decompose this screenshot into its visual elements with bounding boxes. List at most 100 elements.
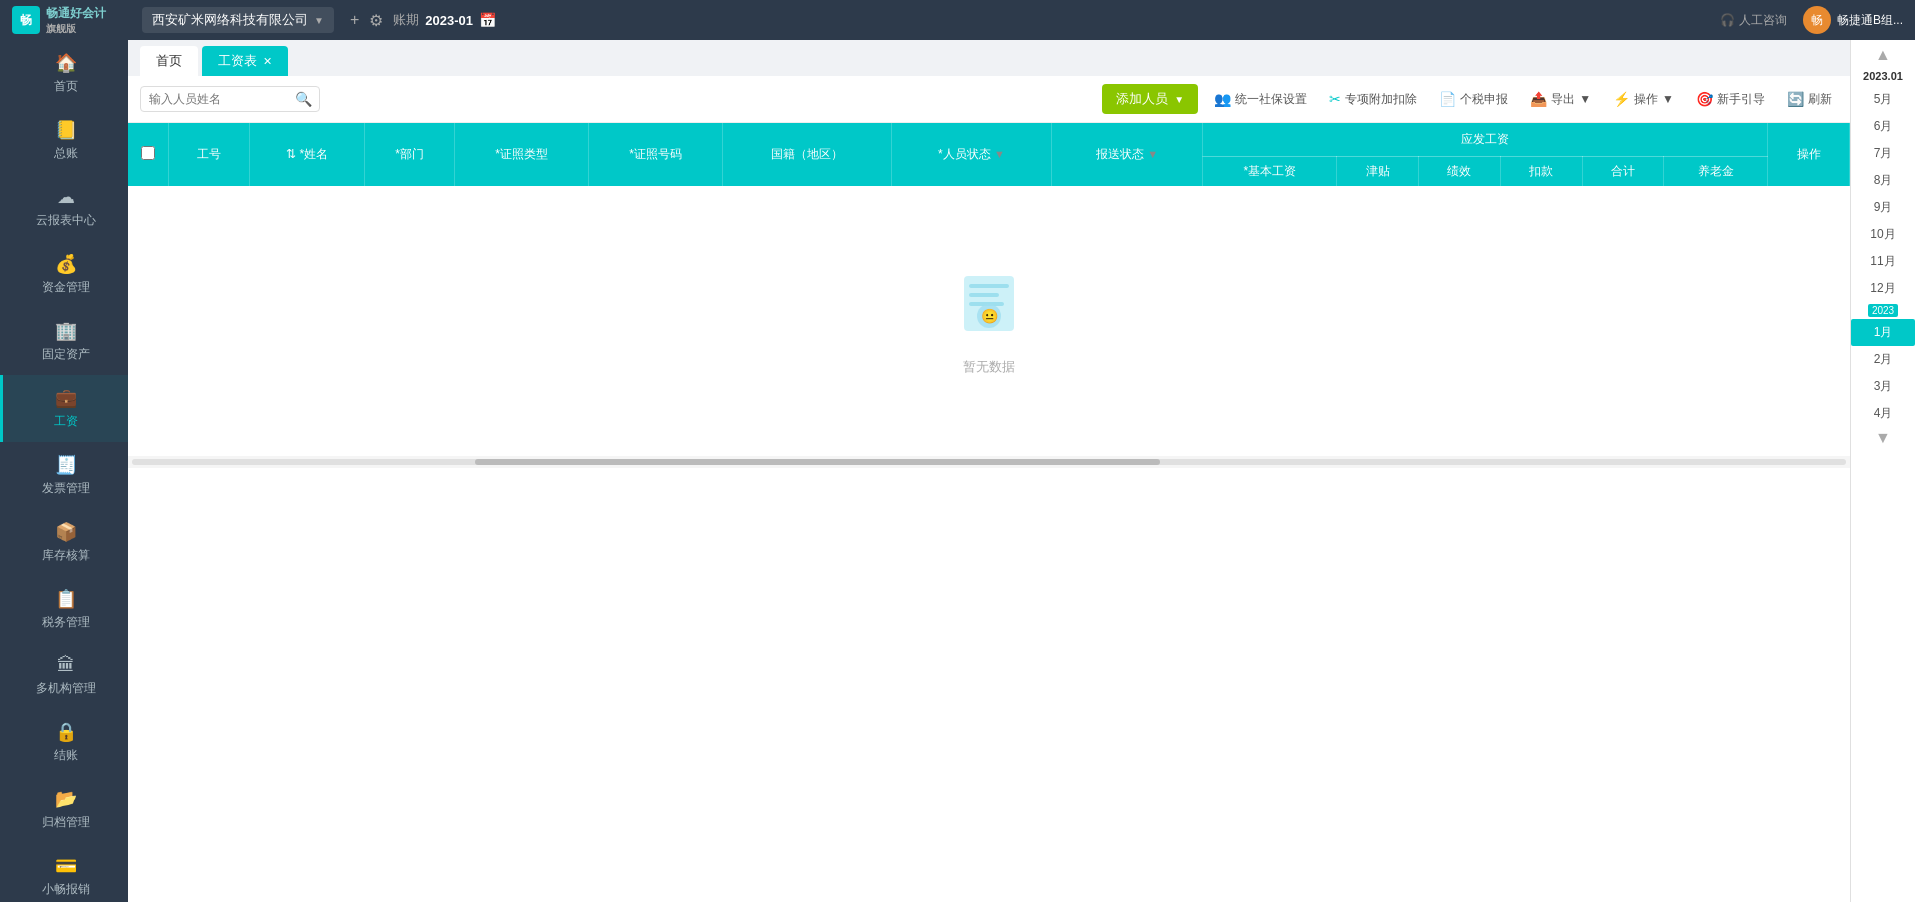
th-checkbox [128, 123, 168, 186]
month-2022-06[interactable]: 6月 [1851, 113, 1915, 140]
th-name: ⇅ *姓名 [250, 123, 365, 186]
search-box[interactable]: 🔍 [140, 86, 320, 112]
funds-icon: 💰 [55, 253, 77, 275]
company-selector[interactable]: 西安矿米网络科技有限公司 ▼ [142, 7, 334, 33]
th-salary-group: 应发工资 [1203, 123, 1768, 157]
th-action: 操作 [1768, 123, 1850, 186]
sidebar-item-invoice[interactable]: 🧾 发票管理 [0, 442, 128, 509]
tax-report-button[interactable]: 📄 个税申报 [1433, 87, 1514, 112]
sidebar-item-inventory[interactable]: 📦 库存核算 [0, 509, 128, 576]
month-2022-07[interactable]: 7月 [1851, 140, 1915, 167]
assets-icon: 🏢 [55, 320, 77, 342]
empty-state: 😐 暂无数据 [128, 186, 1850, 456]
add-person-button[interactable]: 添加人员 ▼ [1102, 84, 1198, 114]
sidebar-item-salary[interactable]: 💼 工资 [0, 375, 128, 442]
content-area: 首页 工资表 ✕ 🔍 添加人员 ▼ [128, 40, 1850, 902]
main-layout: 🏠 首页 📒 总账 ☁ 云报表中心 💰 资金管理 🏢 固定资产 💼 工资 🧾 发… [0, 40, 1915, 902]
month-2023-02[interactable]: 2月 [1851, 346, 1915, 373]
sidebar-item-assets[interactable]: 🏢 固定资产 [0, 308, 128, 375]
panel-down-button[interactable]: ▼ [1851, 427, 1915, 449]
search-input[interactable] [149, 92, 289, 106]
settings-button[interactable]: ⚙ [369, 11, 383, 30]
tab-salary-label: 工资表 [218, 52, 257, 70]
month-2022-08[interactable]: 8月 [1851, 167, 1915, 194]
sidebar-label-assets: 固定资产 [42, 346, 90, 363]
tab-close-icon[interactable]: ✕ [263, 55, 272, 68]
logo-icon: 畅 [12, 6, 40, 34]
month-2022-12[interactable]: 12月 [1851, 275, 1915, 302]
th-idno: *证照号码 [589, 123, 723, 186]
user-info[interactable]: 畅 畅捷通B组... [1803, 6, 1903, 34]
sidebar-item-tax[interactable]: 📋 税务管理 [0, 576, 128, 643]
select-all-checkbox[interactable] [141, 146, 155, 160]
cloud-icon: ☁ [57, 186, 75, 208]
service-button[interactable]: 🎧 人工咨询 [1720, 12, 1787, 29]
scrollbar-thumb [475, 459, 1161, 465]
chevron-down-icon: ▼ [314, 15, 324, 26]
sidebar-label-invoice: 发票管理 [42, 480, 90, 497]
operation-button[interactable]: ⚡ 操作 ▼ [1607, 87, 1680, 112]
scrollbar-track [132, 459, 1846, 465]
month-2023-01[interactable]: 1月 [1851, 319, 1915, 346]
person-status-filter-icon[interactable]: ▼ [994, 148, 1005, 160]
sidebar-item-expense[interactable]: 💳 小畅报销 [0, 843, 128, 902]
special-deduction-button[interactable]: ✂ 专项附加扣除 [1323, 87, 1423, 112]
company-name: 西安矿米网络科技有限公司 [152, 11, 308, 29]
app-edition: 旗舰版 [46, 22, 106, 36]
operation-arrow-icon: ▼ [1662, 92, 1674, 106]
th-id: 工号 [168, 123, 250, 186]
sidebar-item-archive[interactable]: 📂 归档管理 [0, 776, 128, 843]
add-company-button[interactable]: + [350, 11, 359, 29]
app-name: 畅通好会计 [46, 5, 106, 22]
month-2023-03[interactable]: 3月 [1851, 373, 1915, 400]
th-dept: *部门 [364, 123, 454, 186]
sidebar: 🏠 首页 📒 总账 ☁ 云报表中心 💰 资金管理 🏢 固定资产 💼 工资 🧾 发… [0, 40, 128, 902]
user-label: 畅捷通B组... [1837, 12, 1903, 29]
sidebar-item-home[interactable]: 🏠 首页 [0, 40, 128, 107]
panel-period-header: 2023.01 [1859, 66, 1907, 86]
deduction-icon: ✂ [1329, 91, 1341, 107]
sidebar-item-close[interactable]: 🔒 结账 [0, 709, 128, 776]
social-icon: 👥 [1214, 91, 1231, 107]
tab-home[interactable]: 首页 [140, 46, 198, 76]
expense-icon: 💳 [55, 855, 77, 877]
report-status-filter-icon[interactable]: ▼ [1147, 148, 1158, 160]
social-insurance-button[interactable]: 👥 统一社保设置 [1208, 87, 1313, 112]
refresh-button[interactable]: 🔄 刷新 [1781, 87, 1838, 112]
sidebar-label-close: 结账 [54, 747, 78, 764]
empty-icon: 😐 [949, 266, 1029, 346]
ledger-icon: 📒 [55, 119, 77, 141]
sidebar-label-expense: 小畅报销 [42, 881, 90, 898]
tax-report-icon: 📄 [1439, 91, 1456, 107]
headset-icon: 🎧 [1720, 13, 1735, 27]
export-button[interactable]: 📤 导出 ▼ [1524, 87, 1597, 112]
sidebar-item-ledger[interactable]: 📒 总账 [0, 107, 128, 174]
guide-button[interactable]: 🎯 新手引导 [1690, 87, 1771, 112]
export-icon: 📤 [1530, 91, 1547, 107]
avatar: 畅 [1803, 6, 1831, 34]
th-perstatus: *人员状态 ▼ [892, 123, 1052, 186]
salary-icon: 💼 [55, 387, 77, 409]
month-2022-11[interactable]: 11月 [1851, 248, 1915, 275]
tab-salary[interactable]: 工资表 ✕ [202, 46, 288, 76]
sidebar-label-ledger: 总账 [54, 145, 78, 162]
home-icon: 🏠 [55, 52, 77, 74]
th-idtype: *证照类型 [455, 123, 589, 186]
th-deduction: 扣款 [1500, 157, 1582, 187]
refresh-icon: 🔄 [1787, 91, 1804, 107]
page-content: 🔍 添加人员 ▼ 👥 统一社保设置 ✂ 专项附加扣除 [128, 76, 1850, 902]
sidebar-item-funds[interactable]: 💰 资金管理 [0, 241, 128, 308]
month-2022-09[interactable]: 9月 [1851, 194, 1915, 221]
archive-icon: 📂 [55, 788, 77, 810]
month-2023-04[interactable]: 4月 [1851, 400, 1915, 427]
topbar-right: 🎧 人工咨询 畅 畅捷通B组... [1720, 6, 1903, 34]
panel-up-button[interactable]: ▲ [1851, 44, 1915, 66]
empty-text: 暂无数据 [963, 358, 1015, 376]
bottom-scrollbar[interactable] [128, 456, 1850, 468]
sidebar-item-multi[interactable]: 🏛 多机构管理 [0, 643, 128, 709]
month-2022-05[interactable]: 5月 [1851, 86, 1915, 113]
month-2022-10[interactable]: 10月 [1851, 221, 1915, 248]
sort-icon: ⇅ [286, 147, 296, 161]
sidebar-item-cloud[interactable]: ☁ 云报表中心 [0, 174, 128, 241]
calendar-icon[interactable]: 📅 [479, 12, 496, 28]
